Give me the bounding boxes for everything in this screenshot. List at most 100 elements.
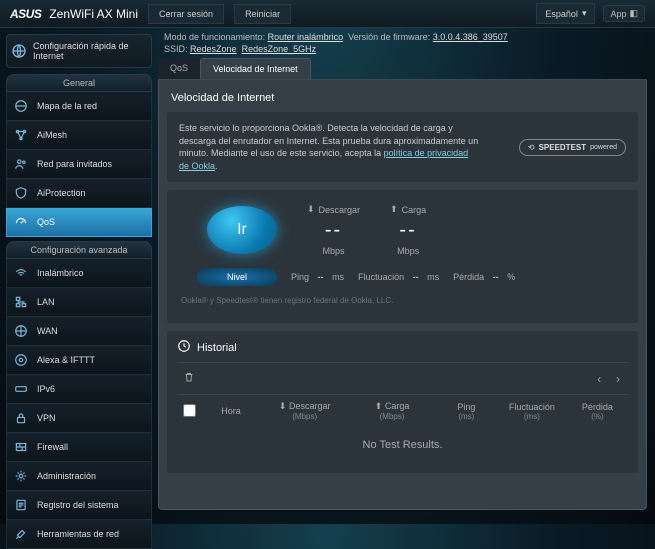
speedtest-badge: ⟲ SPEEDTEST powered: [519, 139, 626, 156]
chevron-down-icon: ▾: [582, 8, 587, 19]
sidebar-quick-setup[interactable]: Configuración rápida de Internet: [6, 34, 152, 68]
globe-gear-icon: [11, 43, 27, 59]
sidebar-label: Firewall: [37, 442, 68, 452]
main-content: Modo de funcionamiento: Router inalámbri…: [158, 28, 655, 524]
sidebar-item-alexa[interactable]: Alexa & IFTTT: [6, 346, 152, 375]
content-panel: Velocidad de Internet Este servicio lo p…: [158, 80, 647, 510]
go-button[interactable]: Ir: [207, 206, 277, 254]
sidebar-item-wireless[interactable]: Inalámbrico: [6, 259, 152, 288]
select-all-checkbox[interactable]: [183, 404, 196, 417]
brand: ASUS ZenWiFi AX Mini: [10, 7, 138, 21]
lock-icon: [13, 410, 29, 426]
description-box: Este servicio lo proporciona Ookla®. Det…: [167, 112, 638, 182]
sidebar-item-vpn[interactable]: VPN: [6, 404, 152, 433]
sidebar-item-firewall[interactable]: Firewall: [6, 433, 152, 462]
upload-unit: Mbps: [390, 246, 426, 256]
info-bar: Modo de funcionamiento: Router inalámbri…: [158, 28, 647, 56]
col-jitter: Fluctuación(ms): [497, 402, 567, 421]
fw-link[interactable]: 3.0.0.4.386_39507: [433, 32, 508, 42]
ssid-2[interactable]: RedesZone_5GHz: [242, 44, 317, 54]
sidebar-item-qos[interactable]: QoS: [6, 208, 152, 237]
log-icon: [13, 497, 29, 513]
tools-icon: [13, 526, 29, 542]
sidebar-item-aiprotection[interactable]: AiProtection: [6, 179, 152, 208]
tab-speed[interactable]: Velocidad de Internet: [200, 58, 311, 79]
jitter-mini: Fluctuación -- ms: [358, 272, 439, 282]
mode-label: Modo de funcionamiento:: [164, 32, 265, 42]
wifi-icon: [13, 265, 29, 281]
desc-text-2: .: [215, 161, 218, 171]
panel-title: Velocidad de Internet: [167, 88, 638, 112]
sidebar-item-admin[interactable]: Administración: [6, 462, 152, 491]
reboot-button[interactable]: Reiniciar: [234, 4, 291, 24]
sidebar-label: AiProtection: [37, 188, 86, 198]
download-label: Descargar: [319, 205, 361, 215]
shield-icon: [13, 185, 29, 201]
ipv6-icon: [13, 381, 29, 397]
col-loss: Pérdida(%): [567, 402, 628, 421]
badge-powered: powered: [590, 144, 617, 151]
people-icon: [13, 156, 29, 172]
top-header: ASUS ZenWiFi AX Mini Cerrar sesión Reini…: [0, 0, 655, 28]
square-icon: ◧: [629, 8, 638, 19]
upload-icon: ⬆: [390, 204, 398, 215]
clock-icon: [177, 339, 191, 356]
sidebar-label: Registro del sistema: [37, 500, 119, 510]
sidebar-item-networkmap[interactable]: Mapa de la red: [6, 92, 152, 121]
ssid-label: SSID:: [164, 44, 188, 54]
model-name: ZenWiFi AX Mini: [49, 7, 138, 21]
sidebar-item-nettools[interactable]: Herramientas de red: [6, 520, 152, 549]
sidebar: Configuración rápida de Internet General…: [0, 28, 158, 524]
firewall-icon: [13, 439, 29, 455]
sidebar-label: VPN: [37, 413, 56, 423]
ssid-1[interactable]: RedesZone: [190, 44, 237, 54]
credits-text: Ookla® y Speedtest® tienen registro fede…: [177, 296, 628, 305]
speed-test-section: Ir ⬇ Descargar -- Mbps ⬆ Carga -- Mbps Niv…: [167, 190, 638, 323]
language-label: Español: [545, 9, 578, 19]
gauge-icon: ⟲: [528, 143, 535, 152]
history-title: Historial: [197, 342, 237, 354]
ping-mini: Ping -- ms: [291, 272, 344, 282]
sidebar-item-wan[interactable]: WAN: [6, 317, 152, 346]
sidebar-section-advanced: Configuración avanzada: [6, 241, 152, 259]
download-value: --: [307, 219, 360, 242]
lan-icon: [13, 294, 29, 310]
download-unit: Mbps: [307, 246, 360, 256]
download-icon: ⬇: [279, 401, 287, 411]
col-ul: ⬆ Carga(Mbps): [348, 401, 435, 421]
level-button[interactable]: Nivel: [197, 268, 277, 286]
col-dl: ⬇ Descargar(Mbps): [261, 401, 348, 421]
speedometer-icon: [13, 214, 29, 230]
history-section: Historial ‹ › Hora ⬇ Descargar(Mbps) ⬆ C…: [167, 331, 638, 473]
sidebar-label: WAN: [37, 326, 58, 336]
globe-icon: [13, 98, 29, 114]
loss-mini: Pérdida -- %: [453, 272, 515, 282]
sidebar-item-guest[interactable]: Red para invitados: [6, 150, 152, 179]
delete-history-button[interactable]: [179, 369, 199, 388]
gear-icon: [13, 468, 29, 484]
badge-brand: SPEEDTEST: [539, 143, 587, 152]
sidebar-item-aimesh[interactable]: AiMesh: [6, 121, 152, 150]
sidebar-item-lan[interactable]: LAN: [6, 288, 152, 317]
app-button[interactable]: App ◧: [603, 5, 645, 22]
sidebar-label: LAN: [37, 297, 55, 307]
subtab-bar: QoS Velocidad de Internet: [158, 58, 647, 80]
upload-value: --: [390, 219, 426, 242]
logout-button[interactable]: Cerrar sesión: [148, 4, 224, 24]
sidebar-item-ipv6[interactable]: IPv6: [6, 375, 152, 404]
history-next-button[interactable]: ›: [610, 370, 626, 388]
upload-metric: ⬆ Carga -- Mbps: [390, 204, 426, 256]
tab-qos[interactable]: QoS: [158, 58, 200, 79]
language-selector[interactable]: Español ▾: [536, 3, 595, 24]
history-prev-button[interactable]: ‹: [591, 370, 607, 388]
download-icon: ⬇: [307, 204, 315, 215]
sidebar-label: Alexa & IFTTT: [37, 355, 95, 365]
sidebar-label: AiMesh: [37, 130, 67, 140]
sidebar-quick-label: Configuración rápida de Internet: [33, 41, 147, 61]
col-time: Hora: [201, 406, 261, 416]
sidebar-label: Administración: [37, 471, 96, 481]
col-ping: Ping(ms): [436, 402, 497, 421]
upload-label: Carga: [402, 205, 427, 215]
mode-link[interactable]: Router inalámbrico: [268, 32, 344, 42]
sidebar-item-syslog[interactable]: Registro del sistema: [6, 491, 152, 520]
